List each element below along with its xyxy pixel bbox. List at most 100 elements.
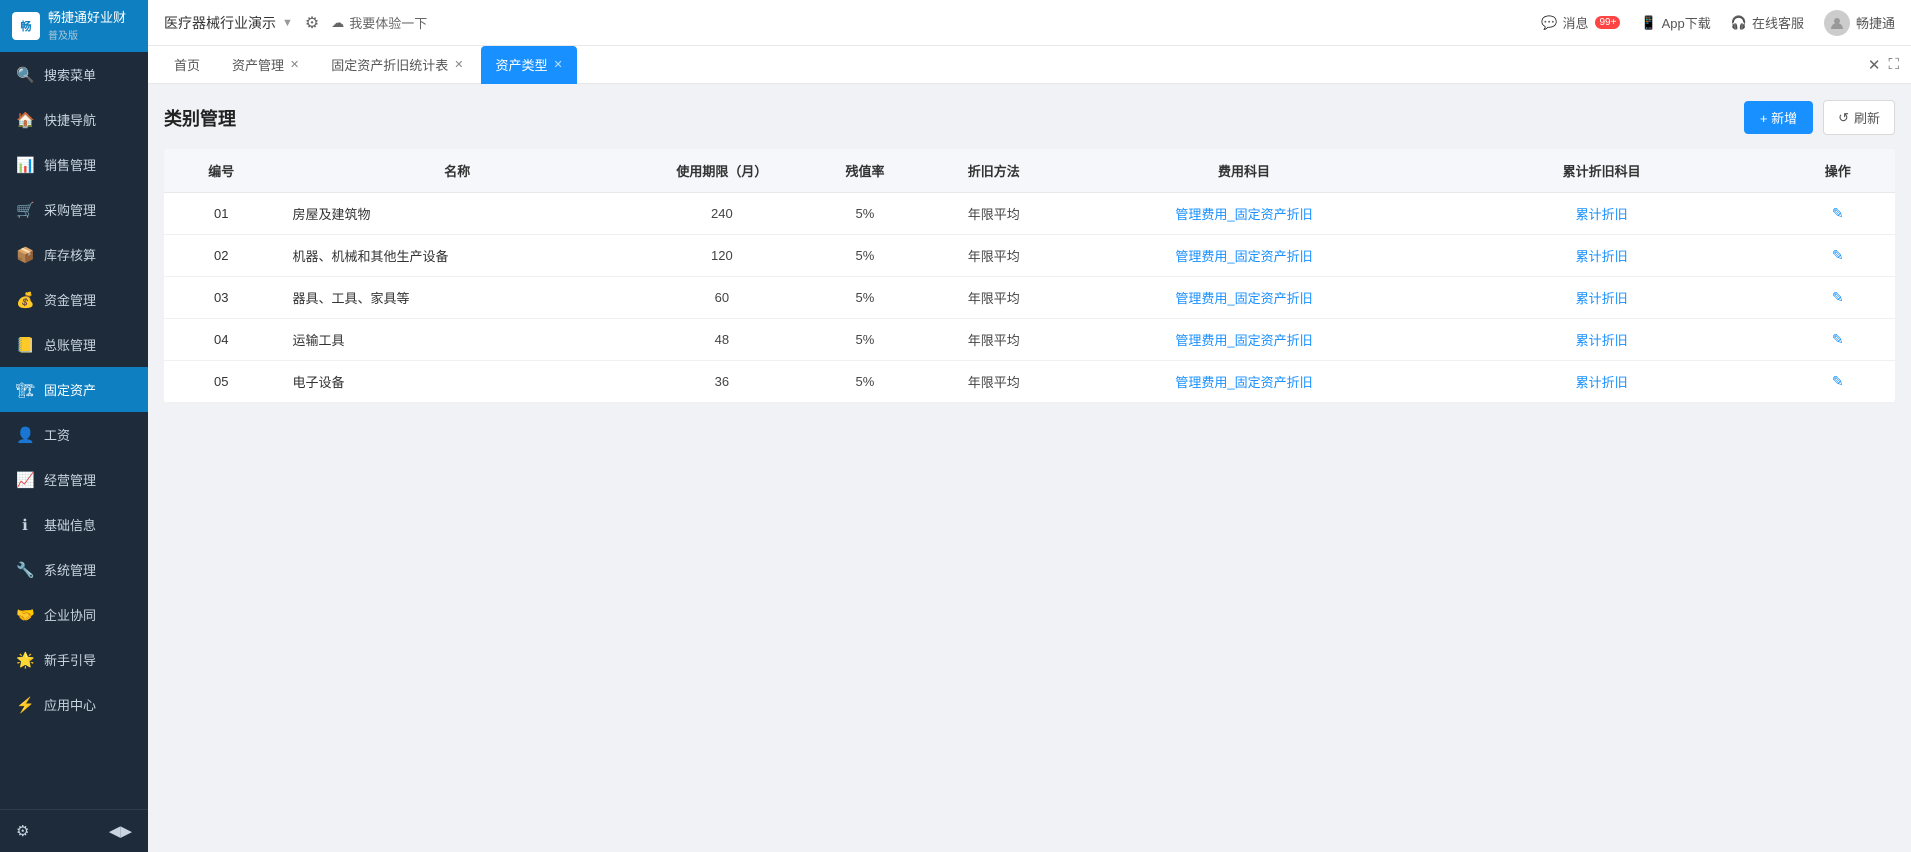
topbar-right: 💬 消息 99+ 📱 App下载 🎧 在线客服 畅捷通 [1541, 10, 1895, 36]
search-icon: 🔍 [16, 66, 34, 84]
cell-period: 60 [636, 277, 808, 319]
sidebar-item-operations[interactable]: 📈 经营管理 [0, 457, 148, 502]
sidebar-item-label: 基础信息 [44, 515, 96, 534]
app-download-button[interactable]: 📱 App下载 [1640, 13, 1710, 32]
sidebar-item-finance[interactable]: 💰 资金管理 [0, 277, 148, 322]
expand-tab-action[interactable]: ⛶ [1888, 56, 1899, 73]
table-row: 05 电子设备 36 5% 年限平均 管理费用_固定资产折旧 累计折旧 ✎ [164, 361, 1895, 403]
sidebar-item-quick-nav[interactable]: 🏠 快捷导航 [0, 97, 148, 142]
cell-name: 运输工具 [278, 319, 636, 361]
sidebar-item-sales[interactable]: 📊 销售管理 [0, 142, 148, 187]
tab-depreciation-report[interactable]: 固定资产折旧统计表 ✕ [317, 46, 477, 84]
new-button[interactable]: + 新增 [1744, 101, 1813, 134]
sidebar-item-basic-info[interactable]: ℹ 基础信息 [0, 502, 148, 547]
company-title[interactable]: 医疗器械行业演示 ▼ [164, 13, 293, 33]
sidebar-item-label: 企业协同 [44, 605, 96, 624]
trial-button[interactable]: ☁ 我要体验一下 [331, 13, 427, 32]
topbar: 医疗器械行业演示 ▼ ⚙ ☁ 我要体验一下 💬 消息 99+ 📱 App下载 🎧… [148, 0, 1911, 46]
sidebar-item-app-center[interactable]: ⚡ 应用中心 [0, 682, 148, 727]
sidebar-item-purchase[interactable]: 🛒 采购管理 [0, 187, 148, 232]
edit-button[interactable]: ✎ [1832, 205, 1844, 221]
sidebar-item-search[interactable]: 🔍 搜索菜单 [0, 52, 148, 97]
edit-button[interactable]: ✎ [1832, 247, 1844, 263]
cell-id: 04 [164, 319, 278, 361]
tab-close-icon[interactable]: ✕ [290, 58, 299, 71]
cell-period: 120 [636, 235, 808, 277]
cloud-icon: ☁ [331, 15, 344, 31]
topbar-settings-icon[interactable]: ⚙ [305, 13, 319, 33]
tab-close-icon[interactable]: ✕ [454, 58, 463, 71]
cell-id: 02 [164, 235, 278, 277]
download-icon: 📱 [1640, 15, 1656, 31]
tab-close-icon[interactable]: ✕ [554, 58, 563, 71]
cell-accumulated[interactable]: 累计折旧 [1423, 235, 1781, 277]
sidebar-footer: ⚙ ◀▶ [0, 809, 148, 852]
col-name: 名称 [278, 149, 636, 193]
sidebar-item-fixed-assets[interactable]: 🏗 固定资产 [0, 367, 148, 412]
cell-expense[interactable]: 管理费用_固定资产折旧 [1065, 193, 1423, 235]
cell-expense[interactable]: 管理费用_固定资产折旧 [1065, 235, 1423, 277]
fixed-assets-icon: 🏗 [16, 381, 34, 399]
col-method: 折旧方法 [922, 149, 1065, 193]
tab-home[interactable]: 首页 [160, 46, 214, 84]
tab-asset-management[interactable]: 资产管理 ✕ [218, 46, 313, 84]
sidebar-item-system[interactable]: 🔧 系统管理 [0, 547, 148, 592]
messages-button[interactable]: 💬 消息 99+ [1541, 13, 1620, 32]
sidebar-item-enterprise[interactable]: 🤝 企业协同 [0, 592, 148, 637]
cell-expense[interactable]: 管理费用_固定资产折旧 [1065, 319, 1423, 361]
table-row: 01 房屋及建筑物 240 5% 年限平均 管理费用_固定资产折旧 累计折旧 ✎ [164, 193, 1895, 235]
collapse-icon[interactable]: ◀▶ [109, 822, 132, 840]
cell-accumulated[interactable]: 累计折旧 [1423, 277, 1781, 319]
user-menu[interactable]: 畅捷通 [1824, 10, 1895, 36]
payroll-icon: 👤 [16, 426, 34, 444]
cell-method: 年限平均 [922, 361, 1065, 403]
app-logo: 畅 畅捷通好业财 普及版 [0, 0, 148, 52]
cell-method: 年限平均 [922, 277, 1065, 319]
cell-name: 房屋及建筑物 [278, 193, 636, 235]
cell-expense[interactable]: 管理费用_固定资产折旧 [1065, 277, 1423, 319]
cell-accumulated[interactable]: 累计折旧 [1423, 193, 1781, 235]
basic-info-icon: ℹ [16, 516, 34, 534]
online-service-button[interactable]: 🎧 在线客服 [1731, 13, 1804, 32]
edit-button[interactable]: ✎ [1832, 331, 1844, 347]
cell-residual: 5% [808, 319, 922, 361]
cell-name: 机器、机械和其他生产设备 [278, 235, 636, 277]
page-title: 类别管理 [164, 105, 236, 131]
tab-asset-type[interactable]: 资产类型 ✕ [481, 46, 576, 84]
sales-icon: 📊 [16, 156, 34, 174]
sidebar-item-guide[interactable]: 🌟 新手引导 [0, 637, 148, 682]
settings-footer-icon[interactable]: ⚙ [16, 822, 29, 840]
sidebar-item-label: 经营管理 [44, 470, 96, 489]
col-accumulated: 累计折旧科目 [1423, 149, 1781, 193]
cell-residual: 5% [808, 361, 922, 403]
close-tab-action[interactable]: ✕ [1868, 56, 1881, 74]
cell-method: 年限平均 [922, 319, 1065, 361]
cell-expense[interactable]: 管理费用_固定资产折旧 [1065, 361, 1423, 403]
app-name: 畅捷通好业财 [48, 10, 126, 27]
ledger-icon: 📒 [16, 336, 34, 354]
sidebar-item-inventory[interactable]: 📦 库存核算 [0, 232, 148, 277]
tab-depreciation-report-label: 固定资产折旧统计表 [331, 55, 448, 74]
cell-accumulated[interactable]: 累计折旧 [1423, 319, 1781, 361]
edit-button[interactable]: ✎ [1832, 289, 1844, 305]
sidebar-item-label: 新手引导 [44, 650, 96, 669]
refresh-icon: ↺ [1838, 110, 1849, 126]
enterprise-icon: 🤝 [16, 606, 34, 624]
table-row: 03 器具、工具、家具等 60 5% 年限平均 管理费用_固定资产折旧 累计折旧… [164, 277, 1895, 319]
page-header: 类别管理 + 新增 ↺ 刷新 [164, 100, 1895, 135]
cell-residual: 5% [808, 235, 922, 277]
cell-name: 电子设备 [278, 361, 636, 403]
category-table: 编号 名称 使用期限（月） 残值率 折旧方法 费用科目 累计折旧科目 操作 01… [164, 149, 1895, 403]
purchase-icon: 🛒 [16, 201, 34, 219]
app-edition: 普及版 [48, 27, 126, 42]
sidebar: 畅 畅捷通好业财 普及版 🔍 搜索菜单 🏠 快捷导航 📊 销售管理 🛒 采购管理… [0, 0, 148, 852]
sidebar-item-payroll[interactable]: 👤 工资 [0, 412, 148, 457]
cell-period: 36 [636, 361, 808, 403]
cell-id: 01 [164, 193, 278, 235]
edit-button[interactable]: ✎ [1832, 373, 1844, 389]
sidebar-item-ledger[interactable]: 📒 总账管理 [0, 322, 148, 367]
refresh-button[interactable]: ↺ 刷新 [1823, 100, 1895, 135]
cell-residual: 5% [808, 193, 922, 235]
cell-accumulated[interactable]: 累计折旧 [1423, 361, 1781, 403]
sidebar-item-label: 工资 [44, 425, 70, 444]
